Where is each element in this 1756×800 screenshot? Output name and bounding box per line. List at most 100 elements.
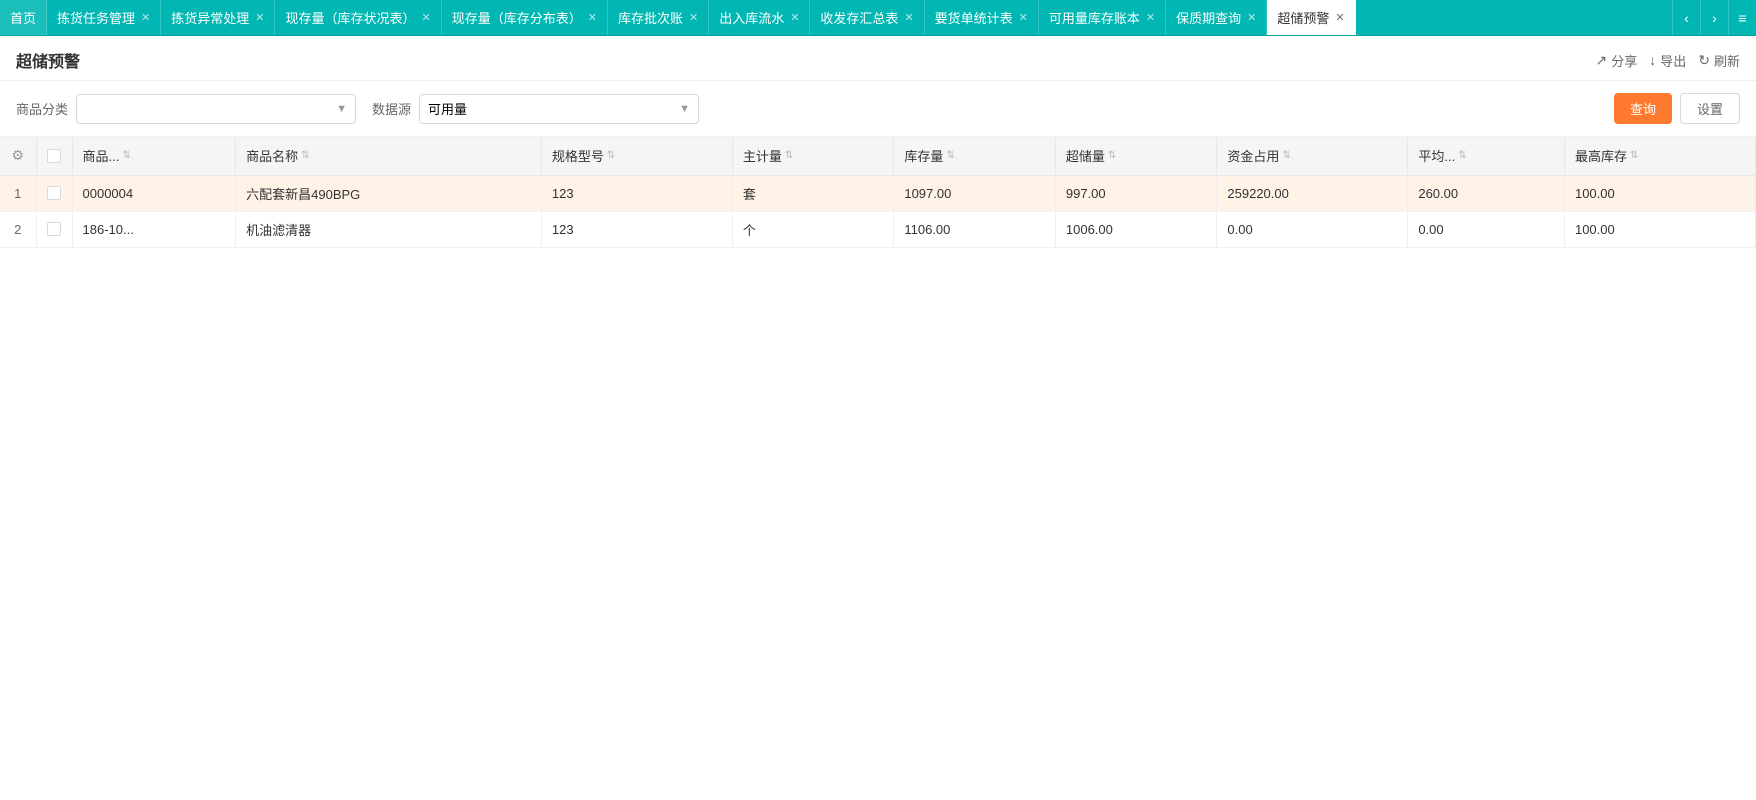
row-checkbox[interactable] — [47, 222, 61, 236]
nav-batch[interactable]: 库存批次账 ✕ — [608, 0, 709, 35]
row-stock-cell: 1097.00 — [894, 175, 1056, 211]
nav-prev-btn[interactable]: ‹ — [1672, 0, 1700, 35]
row-num-cell: 1 — [0, 175, 36, 211]
settings-button[interactable]: 设置 — [1680, 93, 1740, 124]
nav-available[interactable]: 可用量库存账本 ✕ — [1039, 0, 1166, 35]
row-avg-cell: 0.00 — [1408, 211, 1565, 247]
top-navigation: 首页 拣货任务管理 ✕ 拣货异常处理 ✕ 现存量（库存状况表） ✕ 现存量（库存… — [0, 0, 1756, 36]
col-code-sort-icon[interactable]: ⇅ — [122, 151, 130, 161]
page-header: 超储预警 ↗ 分享 ↓ 导出 ↻ 刷新 — [0, 36, 1756, 81]
refresh-button[interactable]: ↻ 刷新 — [1698, 51, 1740, 70]
col-code-label: 商品... — [83, 146, 120, 165]
table-row[interactable]: 1 0000004 六配套新昌490BPG 123 套 1097.00 997.… — [0, 175, 1756, 211]
col-capital-sort-icon[interactable]: ⇅ — [1282, 151, 1290, 161]
share-label: 分享 — [1611, 51, 1637, 70]
nav-expiry-close[interactable]: ✕ — [1247, 11, 1256, 24]
row-checkbox-cell — [36, 211, 72, 247]
nav-abnormal-close[interactable]: ✕ — [255, 11, 264, 24]
nav-abnormal[interactable]: 拣货异常处理 ✕ — [161, 0, 275, 35]
query-button[interactable]: 查询 — [1614, 93, 1672, 124]
col-stock-label: 库存量 — [904, 146, 943, 165]
row-code-cell: 186-10... — [72, 211, 236, 247]
category-dropdown-icon: ▼ — [336, 103, 347, 115]
table-header-row: ⚙ 商品... ⇅ 商品 — [0, 137, 1756, 175]
row-unit-cell: 套 — [732, 175, 894, 211]
col-header-max-stock: 最高库存 ⇅ — [1564, 137, 1755, 175]
nav-inout-close[interactable]: ✕ — [790, 11, 799, 24]
row-max-stock-cell: 100.00 — [1564, 211, 1755, 247]
category-label: 商品分类 — [16, 99, 68, 118]
row-spec-cell: 123 — [541, 175, 732, 211]
table-container: ⚙ 商品... ⇅ 商品 — [0, 137, 1756, 248]
page-title: 超储预警 — [16, 48, 80, 72]
nav-batch-label: 库存批次账 — [618, 8, 683, 27]
nav-more-btn[interactable]: ≡ — [1728, 0, 1756, 35]
row-overstock-cell: 997.00 — [1055, 175, 1217, 211]
nav-overstock-close[interactable]: ✕ — [1335, 11, 1344, 24]
col-capital-label: 资金占用 — [1227, 146, 1279, 165]
nav-available-label: 可用量库存账本 — [1049, 8, 1140, 27]
nav-stock-dist-label: 现存量（库存分布表） — [452, 8, 582, 27]
refresh-label: 刷新 — [1714, 51, 1740, 70]
header-actions: ↗ 分享 ↓ 导出 ↻ 刷新 — [1595, 51, 1740, 70]
datasource-select-value: 可用量 — [428, 99, 467, 118]
data-table: ⚙ 商品... ⇅ 商品 — [0, 137, 1756, 248]
nav-recvsend[interactable]: 收发存汇总表 ✕ — [810, 0, 924, 35]
share-icon: ↗ — [1595, 52, 1607, 69]
col-max-stock-label: 最高库存 — [1575, 146, 1627, 165]
header-checkbox[interactable] — [47, 149, 61, 163]
col-spec-sort-icon[interactable]: ⇅ — [607, 151, 615, 161]
col-max-stock-sort-icon[interactable]: ⇅ — [1630, 151, 1638, 161]
nav-task-mgmt[interactable]: 拣货任务管理 ✕ — [47, 0, 161, 35]
col-overstock-sort-icon[interactable]: ⇅ — [1108, 151, 1116, 161]
col-stock-sort-icon[interactable]: ⇅ — [946, 151, 954, 161]
nav-stock-dist[interactable]: 现存量（库存分布表） ✕ — [442, 0, 608, 35]
nav-order-stats[interactable]: 要货单统计表 ✕ — [925, 0, 1039, 35]
col-header-overstock: 超储量 ⇅ — [1055, 137, 1217, 175]
nav-stock-dist-close[interactable]: ✕ — [588, 11, 597, 24]
nav-stock-status-close[interactable]: ✕ — [422, 11, 431, 24]
nav-inout-label: 出入库流水 — [719, 8, 784, 27]
nav-expiry[interactable]: 保质期查询 ✕ — [1166, 0, 1267, 35]
row-num-cell: 2 — [0, 211, 36, 247]
filter-buttons: 查询 设置 — [1614, 93, 1740, 124]
col-header-code: 商品... ⇅ — [72, 137, 236, 175]
export-icon: ↓ — [1649, 52, 1656, 68]
datasource-label: 数据源 — [372, 99, 411, 118]
col-header-spec: 规格型号 ⇅ — [541, 137, 732, 175]
row-code-cell: 0000004 — [72, 175, 236, 211]
nav-task-mgmt-close[interactable]: ✕ — [141, 11, 150, 24]
nav-stock-status[interactable]: 现存量（库存状况表） ✕ — [275, 0, 441, 35]
nav-next-btn[interactable]: › — [1700, 0, 1728, 35]
nav-abnormal-label: 拣货异常处理 — [171, 8, 249, 27]
datasource-select[interactable]: 可用量 ▼ — [419, 94, 699, 124]
table-row[interactable]: 2 186-10... 机油滤清器 123 个 1106.00 1006.00 … — [0, 211, 1756, 247]
nav-batch-close[interactable]: ✕ — [689, 11, 698, 24]
col-name-sort-icon[interactable]: ⇅ — [301, 151, 309, 161]
filter-bar: 商品分类 ▼ 数据源 可用量 ▼ 查询 设置 — [0, 81, 1756, 137]
row-max-stock-cell: 100.00 — [1564, 175, 1755, 211]
nav-order-stats-label: 要货单统计表 — [935, 8, 1013, 27]
col-avg-sort-icon[interactable]: ⇅ — [1458, 151, 1466, 161]
nav-home[interactable]: 首页 — [0, 0, 47, 35]
nav-recvsend-close[interactable]: ✕ — [904, 11, 913, 24]
col-header-checkbox — [36, 137, 72, 175]
row-stock-cell: 1106.00 — [894, 211, 1056, 247]
nav-overstock-label: 超储预警 — [1277, 8, 1329, 27]
row-capital-cell: 0.00 — [1217, 211, 1408, 247]
category-select[interactable]: ▼ — [76, 94, 356, 124]
nav-available-close[interactable]: ✕ — [1146, 11, 1155, 24]
col-overstock-label: 超储量 — [1066, 146, 1105, 165]
col-unit-sort-icon[interactable]: ⇅ — [785, 151, 793, 161]
col-name-label: 商品名称 — [246, 146, 298, 165]
export-button[interactable]: ↓ 导出 — [1649, 51, 1686, 70]
share-button[interactable]: ↗ 分享 — [1595, 51, 1637, 70]
col-header-avg: 平均... ⇅ — [1408, 137, 1565, 175]
row-capital-cell: 259220.00 — [1217, 175, 1408, 211]
col-header-capital: 资金占用 ⇅ — [1217, 137, 1408, 175]
nav-overstock[interactable]: 超储预警 ✕ — [1267, 0, 1355, 35]
nav-inout[interactable]: 出入库流水 ✕ — [709, 0, 810, 35]
table-settings-icon[interactable]: ⚙ — [11, 147, 24, 163]
nav-order-stats-close[interactable]: ✕ — [1019, 11, 1028, 24]
row-checkbox[interactable] — [47, 186, 61, 200]
